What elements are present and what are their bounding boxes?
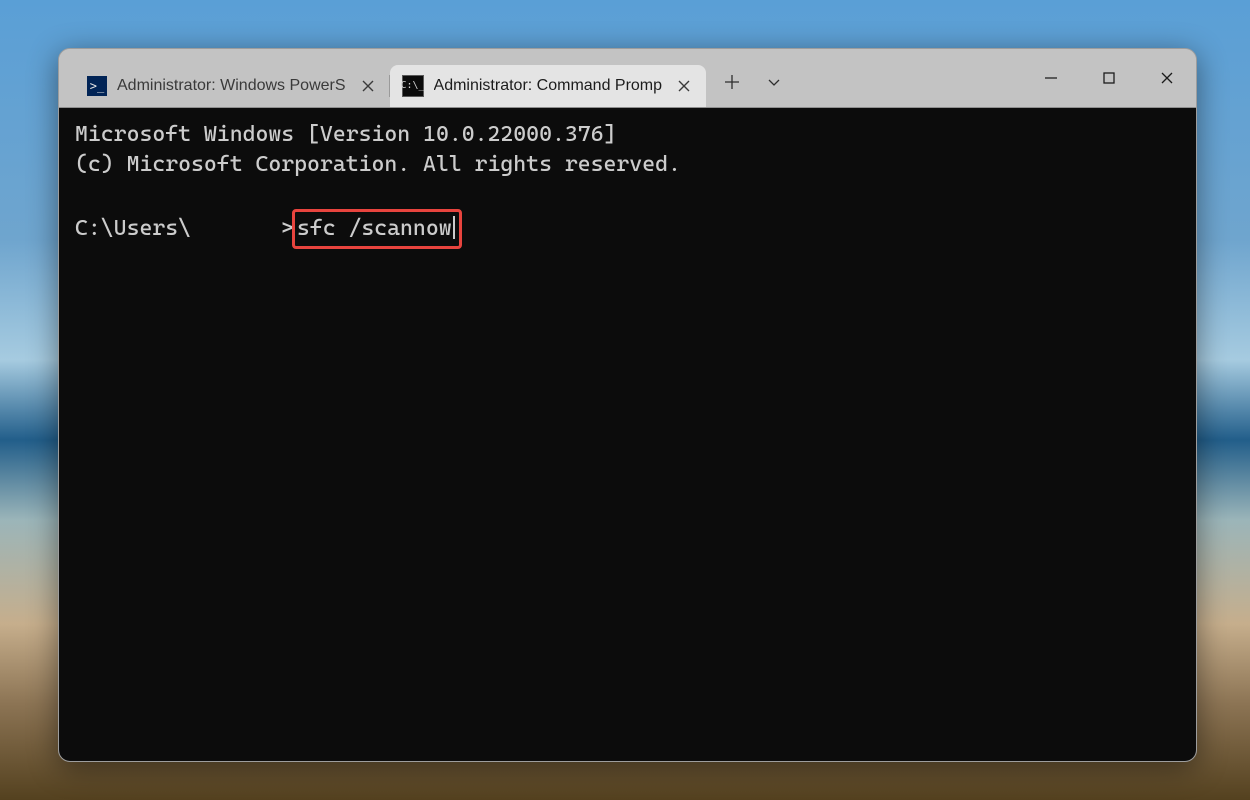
new-tab-button[interactable] bbox=[712, 65, 752, 99]
tab-powershell[interactable]: >_ Administrator: Windows PowerS bbox=[75, 65, 390, 107]
maximize-button[interactable] bbox=[1080, 49, 1138, 107]
minimize-button[interactable] bbox=[1022, 49, 1080, 107]
close-tab-button[interactable] bbox=[672, 74, 696, 98]
copyright-line: (c) Microsoft Corporation. All rights re… bbox=[75, 152, 681, 177]
terminal-output[interactable]: Microsoft Windows [Version 10.0.22000.37… bbox=[59, 108, 1196, 761]
tab-label: Administrator: Windows PowerS bbox=[117, 77, 346, 95]
close-tab-button[interactable] bbox=[356, 74, 380, 98]
chevron-down-icon bbox=[766, 74, 782, 90]
tab-command-prompt[interactable]: C:\_ Administrator: Command Promp bbox=[390, 65, 707, 107]
close-window-button[interactable] bbox=[1138, 49, 1196, 107]
prompt-path-prefix: C:\Users\ bbox=[75, 216, 191, 241]
command-highlight: sfc /scannow bbox=[292, 209, 462, 249]
terminal-window: >_ Administrator: Windows PowerS C:\_ Ad… bbox=[58, 48, 1197, 762]
redacted-username bbox=[191, 216, 281, 240]
close-icon bbox=[1160, 71, 1174, 85]
close-icon bbox=[678, 80, 690, 92]
minimize-icon bbox=[1044, 71, 1058, 85]
powershell-icon: >_ bbox=[87, 76, 107, 96]
tab-dropdown-button[interactable] bbox=[754, 65, 794, 99]
plus-icon bbox=[724, 74, 740, 90]
tab-label: Administrator: Command Promp bbox=[434, 77, 663, 95]
text-cursor bbox=[453, 216, 455, 239]
typed-command: sfc /scannow bbox=[297, 216, 452, 241]
close-icon bbox=[362, 80, 374, 92]
command-prompt-icon: C:\_ bbox=[402, 75, 424, 97]
title-bar: >_ Administrator: Windows PowerS C:\_ Ad… bbox=[59, 49, 1196, 108]
tab-strip: >_ Administrator: Windows PowerS C:\_ Ad… bbox=[59, 49, 1022, 107]
window-controls bbox=[1022, 49, 1196, 107]
version-line: Microsoft Windows [Version 10.0.22000.37… bbox=[75, 122, 616, 147]
maximize-icon bbox=[1102, 71, 1116, 85]
